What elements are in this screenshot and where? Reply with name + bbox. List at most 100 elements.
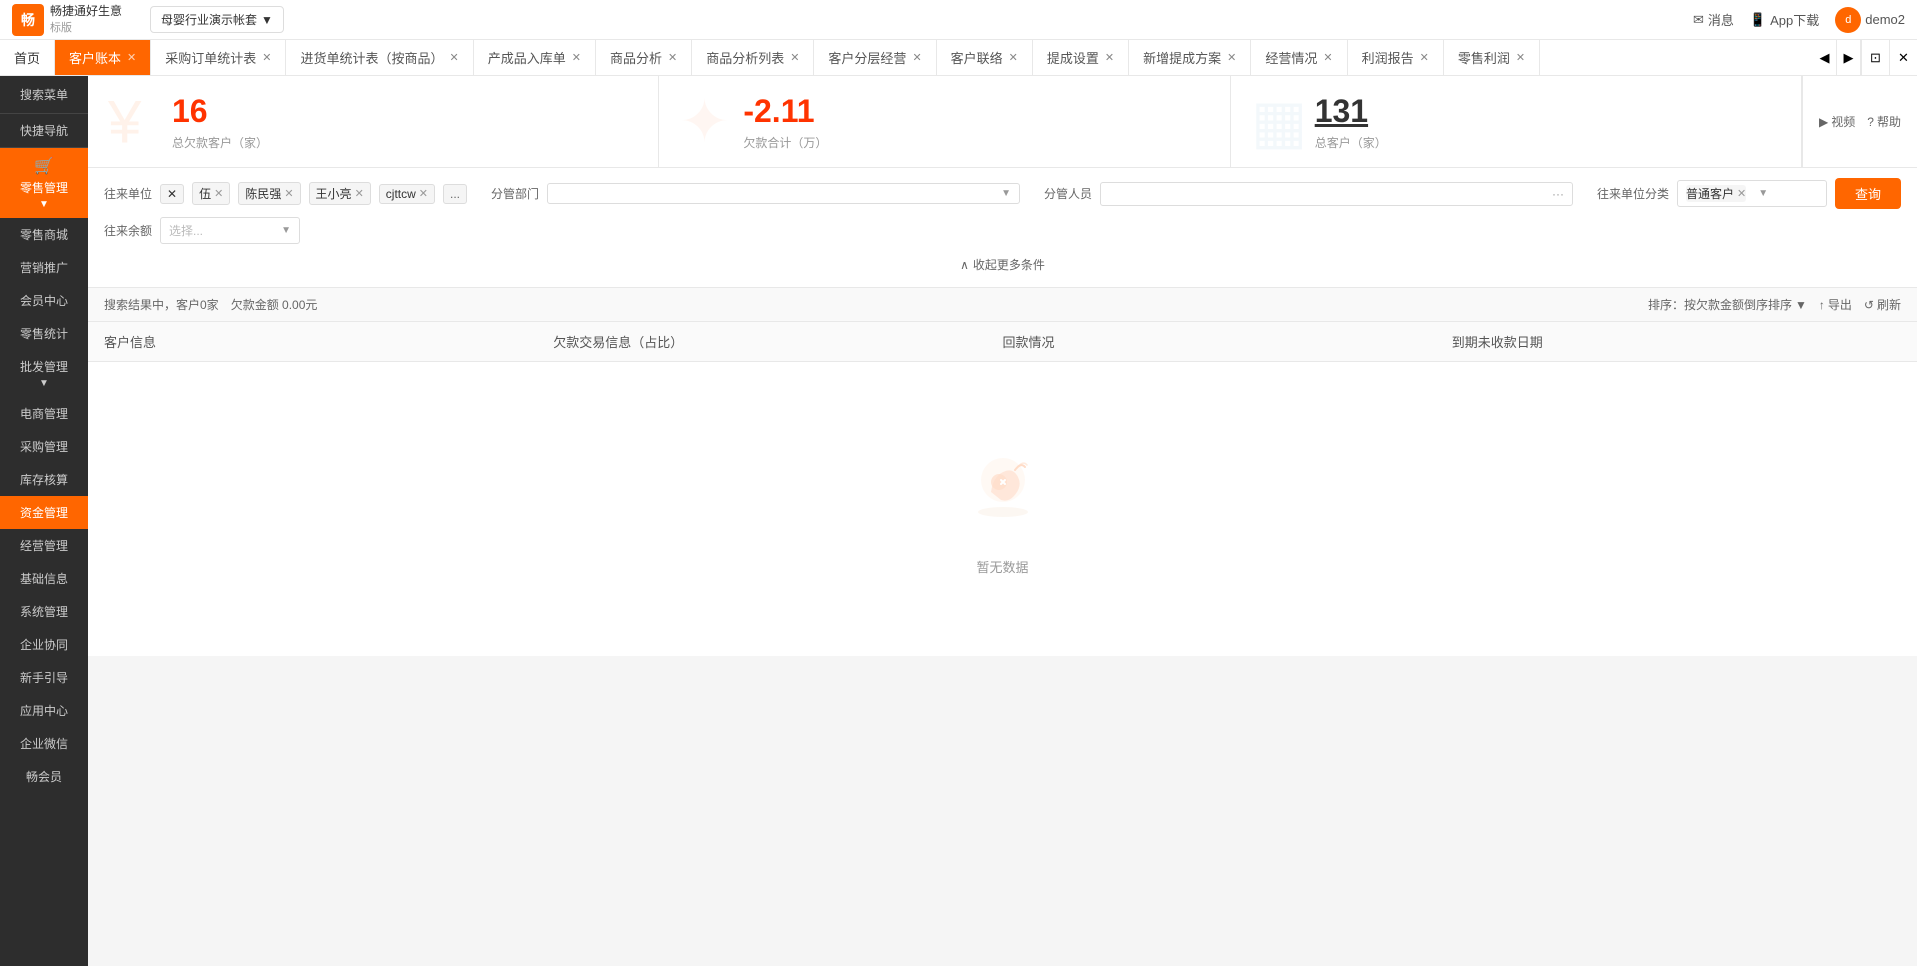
tab-product-in[interactable]: 产成品入库单 ✕ <box>474 40 596 76</box>
app-download-btn[interactable]: 📱 App下载 <box>1750 10 1819 29</box>
nav-close-all[interactable]: ✕ <box>1889 40 1917 76</box>
filter-more-tag[interactable]: ... <box>443 184 467 204</box>
tab-customer-tier[interactable]: 客户分层经营 ✕ <box>814 40 936 76</box>
tab-goods-analysis[interactable]: 商品分析 ✕ <box>596 40 692 76</box>
tag-value-wang: 王小亮 <box>316 185 352 202</box>
main-layout: 搜索菜单 快捷导航 🛒 零售管理 ▼ 零售商城 营销推广 会员中心 零售统计 批… <box>0 76 1917 966</box>
sidebar-item-finance[interactable]: 资金管理 <box>0 496 88 529</box>
tab-goods-list[interactable]: 商品分析列表 ✕ <box>692 40 814 76</box>
help-btn[interactable]: ? 帮助 <box>1867 113 1901 130</box>
sidebar-item-guide[interactable]: 新手引导 <box>0 661 88 694</box>
stat-header-actions: ▶ 视频 ? 帮助 <box>1802 76 1917 167</box>
sidebar-item-member[interactable]: 会员中心 <box>0 284 88 317</box>
sidebar-search-menu[interactable]: 搜索菜单 <box>0 76 88 114</box>
sidebar-item-operations[interactable]: 经营管理 <box>0 529 88 562</box>
tab-close[interactable]: ✕ <box>1516 51 1525 64</box>
sidebar-member2-label: 畅会员 <box>26 768 62 785</box>
tab-close[interactable]: ✕ <box>1323 51 1332 64</box>
sort-arrow-icon: ▼ <box>1795 298 1807 312</box>
filter-tag-x[interactable]: ✕ <box>160 184 184 204</box>
sidebar-item-cooperation[interactable]: 企业协同 <box>0 628 88 661</box>
tenant-label: 母婴行业演示帐套 <box>161 11 257 28</box>
nav-maximize[interactable]: ⊡ <box>1861 40 1889 76</box>
tab-label: 商品分析 <box>610 48 662 67</box>
nav-prev[interactable]: ◀ <box>1813 40 1837 76</box>
export-icon: ↑ <box>1819 298 1825 312</box>
sort-button[interactable]: 排序：按欠款金额倒序排序 ▼ <box>1648 296 1807 313</box>
filter-dept-select[interactable]: ▼ <box>547 183 1020 204</box>
table-area: 客户信息 欠款交易信息（占比） 回款情况 到期未收款日期 <box>88 322 1917 656</box>
tab-home[interactable]: 首页 <box>0 40 55 76</box>
export-button[interactable]: ↑ 导出 <box>1819 296 1852 313</box>
filter-tag-wang[interactable]: 王小亮 ✕ <box>309 182 371 205</box>
refresh-button[interactable]: ↺ 刷新 <box>1864 296 1901 313</box>
sidebar-marketing-label: 营销推广 <box>20 259 68 276</box>
sidebar-item-wholesale[interactable]: 批发管理 ▼ <box>0 350 88 397</box>
sidebar-item-retail-mall[interactable]: 零售商城 <box>0 218 88 251</box>
filter-type-select[interactable]: 普通客户 ✕ ▼ <box>1677 180 1827 207</box>
tab-close[interactable]: ✕ <box>1227 51 1236 64</box>
sidebar-item-apps[interactable]: 应用中心 <box>0 694 88 727</box>
sidebar-item-basic[interactable]: 基础信息 <box>0 562 88 595</box>
video-label: 视频 <box>1831 113 1855 130</box>
tab-label: 产成品入库单 <box>488 48 566 67</box>
sidebar-item-ecommerce[interactable]: 电商管理 <box>0 397 88 430</box>
sidebar-item-member2[interactable]: 畅会员 <box>0 760 88 793</box>
video-btn[interactable]: ▶ 视频 <box>1819 113 1855 130</box>
logo-area: 畅 畅捷通好生意 标版 <box>12 4 122 36</box>
tab-commission-add[interactable]: 新增提成方案 ✕ <box>1129 40 1251 76</box>
tab-close[interactable]: ✕ <box>668 51 677 64</box>
sidebar-item-retail-stats[interactable]: 零售统计 <box>0 317 88 350</box>
tab-stock-stats[interactable]: 进货单统计表（按商品） ✕ <box>286 40 473 76</box>
tab-customer-contact[interactable]: 客户联络 ✕ <box>937 40 1033 76</box>
tab-close[interactable]: ✕ <box>912 51 921 64</box>
tag-close-normal[interactable]: ✕ <box>1737 187 1746 200</box>
sidebar-quick-nav[interactable]: 快捷导航 <box>0 114 88 148</box>
sidebar-item-marketing[interactable]: 营销推广 <box>0 251 88 284</box>
tab-business[interactable]: 经营情况 ✕ <box>1251 40 1347 76</box>
sidebar-retail-stats-label: 零售统计 <box>20 325 68 342</box>
collapse-btn[interactable]: ∧ 收起更多条件 <box>104 252 1901 277</box>
filter-tag-chen[interactable]: 陈民强 ✕ <box>238 182 300 205</box>
tab-close[interactable]: ✕ <box>127 51 136 64</box>
tab-close[interactable]: ✕ <box>790 51 799 64</box>
tab-label: 采购订单统计表 <box>165 48 256 67</box>
tab-customer-ledger[interactable]: 客户账本 ✕ <box>55 40 151 76</box>
logo-icon: 畅 <box>12 4 44 36</box>
nav-controls: ◀ ▶ ⊡ ✕ <box>1813 40 1917 76</box>
filter-tag-normal[interactable]: 普通客户 ✕ <box>1686 185 1746 202</box>
tag-close-cjttcw[interactable]: ✕ <box>419 187 428 200</box>
balance-placeholder: 选择... <box>169 222 203 239</box>
nav-next[interactable]: ▶ <box>1837 40 1861 76</box>
message-btn[interactable]: ✉ 消息 <box>1693 10 1734 29</box>
filter-tag-cjttcw[interactable]: cjttcw ✕ <box>379 184 435 204</box>
tab-close[interactable]: ✕ <box>1105 51 1114 64</box>
tab-commission-setting[interactable]: 提成设置 ✕ <box>1033 40 1129 76</box>
empty-icon <box>963 442 1043 541</box>
sidebar-item-system[interactable]: 系统管理 <box>0 595 88 628</box>
sidebar-item-purchase[interactable]: 采购管理 <box>0 430 88 463</box>
user-area[interactable]: d demo2 <box>1835 7 1905 33</box>
filter-tag-wu[interactable]: 伍 ✕ <box>192 182 230 205</box>
tab-retail-profit[interactable]: 零售利润 ✕ <box>1444 40 1540 76</box>
tenant-selector[interactable]: 母婴行业演示帐套 ▼ <box>150 6 284 33</box>
stat-label-customers: 总欠款客户（家） <box>112 134 634 151</box>
filter-person-select[interactable]: ··· <box>1100 182 1573 206</box>
tab-close[interactable]: ✕ <box>572 51 581 64</box>
tag-close-chen[interactable]: ✕ <box>284 187 293 200</box>
table-header: 客户信息 欠款交易信息（占比） 回款情况 到期未收款日期 <box>88 322 1917 362</box>
tag-close-wu[interactable]: ✕ <box>214 187 223 200</box>
query-button[interactable]: 查询 <box>1835 178 1901 209</box>
sidebar-item-inventory[interactable]: 库存核算 <box>0 463 88 496</box>
tab-purchase-order[interactable]: 采购订单统计表 ✕ <box>151 40 286 76</box>
tab-profit-report[interactable]: 利润报告 ✕ <box>1348 40 1444 76</box>
sidebar-guide-label: 新手引导 <box>20 669 68 686</box>
sidebar-item-retail-manage[interactable]: 🛒 零售管理 ▼ <box>0 148 88 218</box>
sidebar-item-wechat[interactable]: 企业微信 <box>0 727 88 760</box>
tab-close[interactable]: ✕ <box>262 51 271 64</box>
tab-close[interactable]: ✕ <box>1009 51 1018 64</box>
tag-close-wang[interactable]: ✕ <box>355 187 364 200</box>
filter-balance-select[interactable]: 选择... ▼ <box>160 217 300 244</box>
tab-close[interactable]: ✕ <box>1420 51 1429 64</box>
tab-close[interactable]: ✕ <box>450 51 459 64</box>
